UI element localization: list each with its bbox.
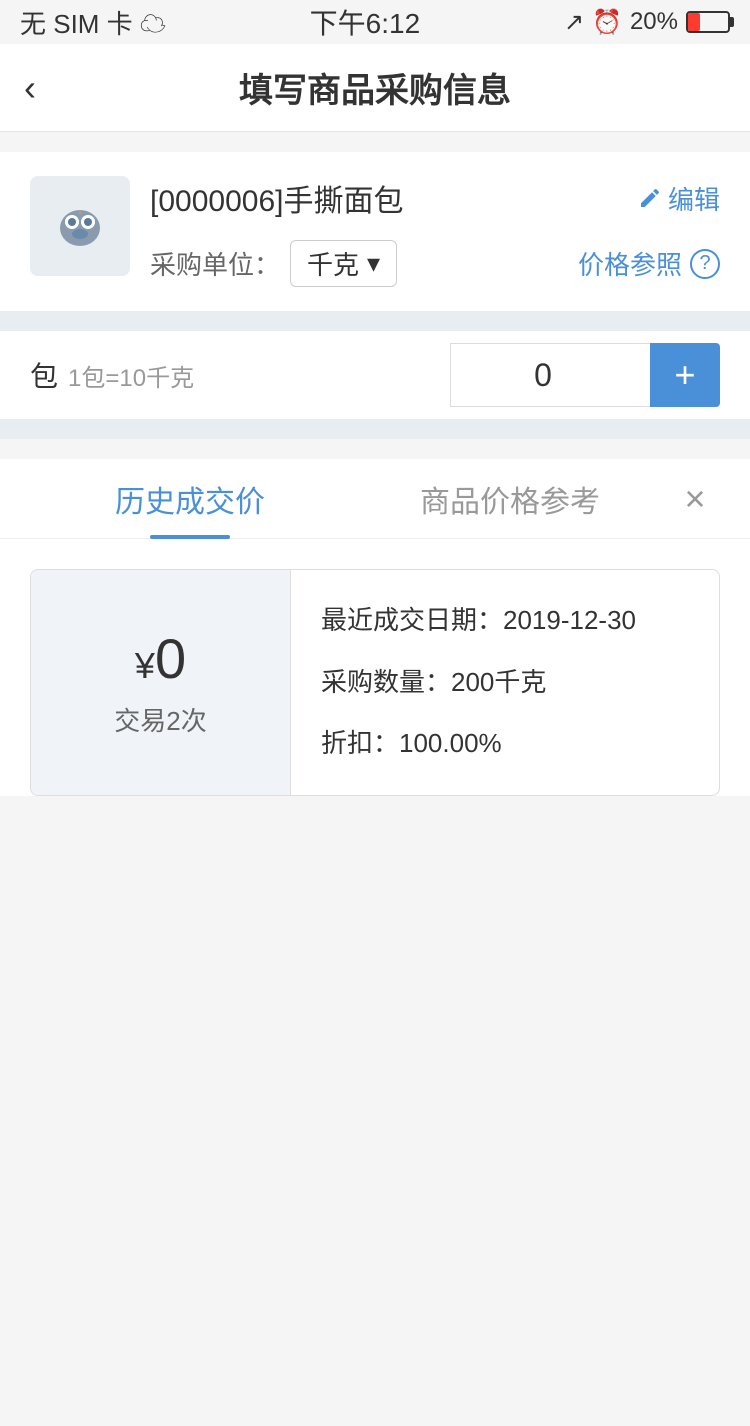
battery-percent: 20%	[630, 8, 678, 36]
price-panel-tabs: 历史成交价 商品价格参考 ×	[0, 459, 750, 539]
quantity-input[interactable]	[450, 343, 650, 407]
quantity-plus-button[interactable]: +	[650, 343, 720, 407]
product-info: [0000006]手撕面包 编辑 采购单位： 千克 ▾ 价格参照 ?	[150, 176, 720, 287]
price-ref-button[interactable]: 价格参照 ?	[578, 245, 720, 282]
unit-row: 采购单位： 千克 ▾ 价格参照 ?	[150, 240, 720, 287]
battery-icon	[686, 11, 730, 33]
close-panel-button[interactable]: ×	[670, 474, 720, 524]
product-header: [0000006]手撕面包 编辑	[150, 176, 720, 220]
tab-product-price-ref[interactable]: 商品价格参考	[350, 459, 670, 539]
status-right: ↗ ⏰ 20%	[564, 8, 730, 37]
product-name: [0000006]手撕面包	[150, 176, 403, 220]
price-card: ¥0 交易2次 最近成交日期：2019-12-30 采购数量：200千克 折扣：…	[30, 569, 720, 796]
location-icon: ↗	[564, 8, 584, 37]
tab-underline	[150, 535, 230, 539]
quantity-input-group: +	[450, 343, 720, 407]
bottom-background	[0, 826, 750, 1426]
status-time: 下午6:12	[310, 2, 421, 42]
unit-select[interactable]: 千克 ▾	[290, 240, 397, 287]
price-panel: 历史成交价 商品价格参考 × ¥0 交易2次 最近成交日期：2019-12-30…	[0, 459, 750, 796]
alarm-icon: ⏰	[592, 8, 622, 37]
edit-button[interactable]: 编辑	[638, 180, 720, 217]
status-left: 无 SIM 卡 ☁	[20, 4, 166, 41]
back-button[interactable]: ‹	[24, 67, 36, 109]
page-title: 填写商品采购信息	[239, 63, 511, 112]
quantity-unit-icon: 包	[30, 355, 58, 395]
trade-count: 交易2次	[114, 701, 206, 738]
dropdown-arrow-icon: ▾	[367, 248, 380, 279]
signal-text: 无 SIM 卡 ☁	[20, 4, 166, 41]
nav-bar: ‹ 填写商品采购信息	[0, 44, 750, 132]
quantity-label: 包 1包=10千克	[30, 355, 194, 395]
tab-history-price[interactable]: 历史成交价	[30, 459, 350, 539]
status-bar: 无 SIM 卡 ☁ 下午6:12 ↗ ⏰ 20%	[0, 0, 750, 44]
currency-symbol: ¥	[135, 645, 155, 686]
price-summary: ¥0 交易2次	[31, 570, 291, 795]
purchase-quantity: 采购数量：200千克	[321, 662, 689, 704]
price-details: 最近成交日期：2019-12-30 采购数量：200千克 折扣：100.00%	[291, 570, 719, 795]
product-card: [0000006]手撕面包 编辑 采购单位： 千克 ▾ 价格参照 ?	[0, 152, 750, 311]
section-divider-2	[0, 419, 750, 439]
unit-label: 采购单位： 千克 ▾	[150, 240, 397, 287]
product-logo-icon	[50, 196, 110, 256]
section-divider	[0, 311, 750, 331]
quantity-row: 包 1包=10千克 +	[0, 331, 750, 419]
price-amount: ¥0	[135, 626, 186, 691]
info-icon: ?	[690, 249, 720, 279]
product-thumbnail	[30, 176, 130, 276]
edit-icon	[638, 186, 662, 210]
quantity-sub-text: 1包=10千克	[68, 358, 194, 393]
recent-date: 最近成交日期：2019-12-30	[321, 600, 689, 642]
discount: 折扣：100.00%	[321, 723, 689, 765]
